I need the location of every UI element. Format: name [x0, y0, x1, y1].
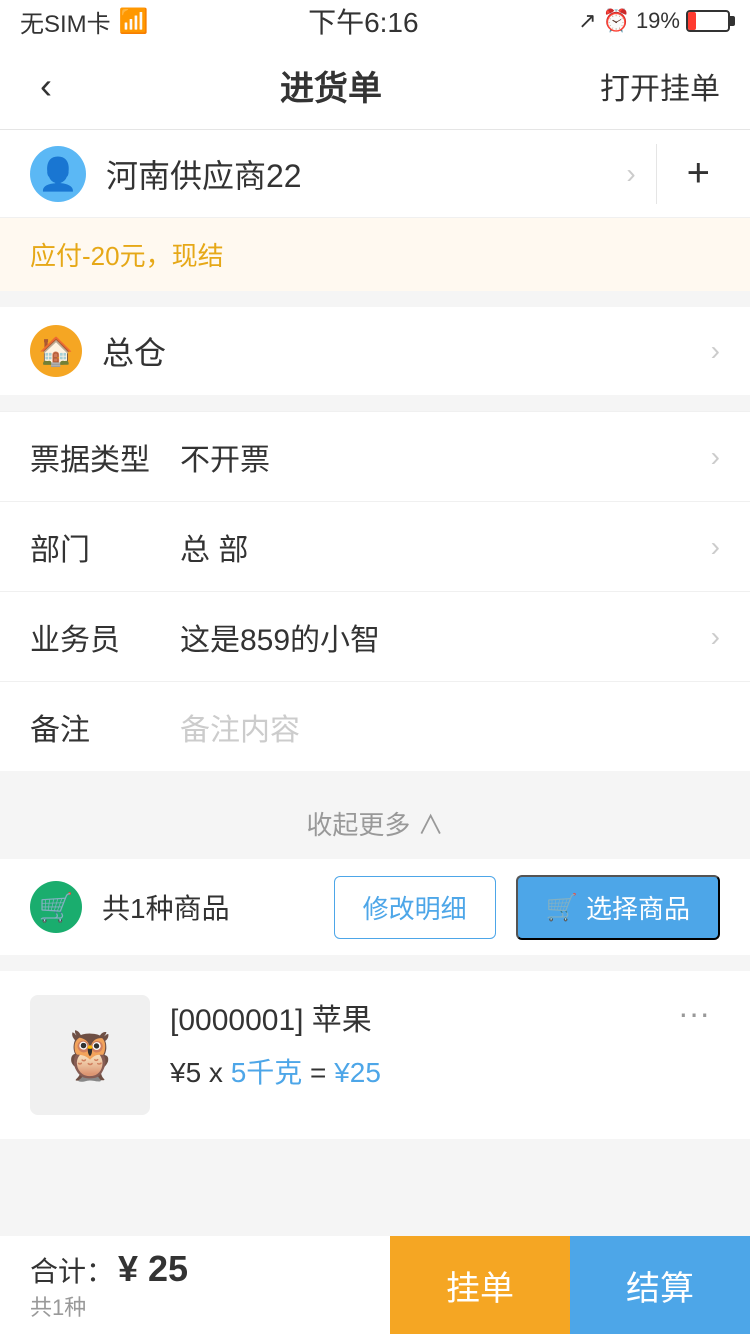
invoice-type-chevron-icon: ›: [711, 441, 720, 473]
select-product-label: 选择商品: [586, 889, 690, 926]
hang-button[interactable]: 挂单: [390, 1236, 570, 1334]
add-button[interactable]: +: [677, 141, 720, 206]
supplier-row[interactable]: 👤 河南供应商22 › +: [0, 130, 750, 218]
total-amount: ¥ 25: [118, 1248, 188, 1290]
product-header: 🛒 共1种商品 修改明细 🛒 选择商品: [0, 859, 750, 955]
invoice-type-row[interactable]: 票据类型 不开票 ›: [0, 411, 750, 501]
main-content: 👤 河南供应商22 › + 应付-20元，现结 🏠 总仓 › 票据类型 不开票 …: [0, 130, 750, 1139]
department-value: 总 部: [170, 525, 711, 569]
cart-icon: 🛒: [546, 892, 578, 923]
equals-sign: =: [302, 1057, 334, 1088]
collapse-toggle[interactable]: 收起更多 ∧: [0, 787, 750, 859]
divider: [656, 144, 657, 204]
product-count-icon: 🛒: [30, 881, 82, 933]
product-more-button[interactable]: ···: [668, 995, 720, 1032]
department-row[interactable]: 部门 总 部 ›: [0, 501, 750, 591]
product-thumbnail: 🦉: [30, 995, 150, 1115]
bottom-actions: 挂单 结算: [390, 1236, 750, 1334]
salesperson-label: 业务员: [30, 615, 170, 659]
warehouse-row[interactable]: 🏠 总仓 ›: [0, 307, 750, 395]
product-item: 🦉 [0000001] 苹果 ¥5 x 5千克 = ¥25 ···: [0, 971, 750, 1139]
select-product-button[interactable]: 🛒 选择商品: [516, 875, 720, 940]
supplier-avatar: 👤: [30, 146, 86, 202]
warehouse-label: 总仓: [102, 328, 711, 374]
wifi-icon: 📶: [119, 7, 149, 36]
location-icon: ↗: [578, 8, 596, 34]
supplier-name: 河南供应商22: [106, 151, 626, 197]
remark-input[interactable]: 备注内容: [170, 705, 720, 749]
department-chevron-icon: ›: [711, 531, 720, 563]
form-section: 票据类型 不开票 › 部门 总 部 › 业务员 这是859的小智 › 备注 备注…: [0, 411, 750, 771]
status-time: 下午6:16: [308, 1, 419, 41]
total-highlight: ¥25: [334, 1057, 381, 1088]
total-count: 共1种: [30, 1290, 360, 1322]
warehouse-section: 🏠 总仓 ›: [0, 307, 750, 395]
edit-detail-button[interactable]: 修改明细: [334, 876, 496, 939]
alarm-icon: ⏰: [603, 8, 630, 34]
department-label: 部门: [30, 525, 170, 569]
page-title: 进货单: [280, 61, 382, 110]
product-thumb-icon: 🦉: [60, 1027, 120, 1084]
house-icon: 🏠: [39, 335, 74, 368]
checkout-button[interactable]: 结算: [570, 1236, 750, 1334]
status-right: ↗ ⏰ 19%: [578, 8, 730, 34]
remark-label: 备注: [30, 705, 170, 749]
salesperson-row[interactable]: 业务员 这是859的小智 ›: [0, 591, 750, 681]
remark-row[interactable]: 备注 备注内容: [0, 681, 750, 771]
invoice-type-label: 票据类型: [30, 435, 170, 479]
quantity-highlight: 5千克: [231, 1057, 303, 1088]
status-left: 无SIM卡 📶: [20, 4, 149, 39]
supplier-chevron-icon: ›: [626, 158, 635, 190]
product-name: [0000001] 苹果: [170, 995, 648, 1039]
supplier-section: 👤 河南供应商22 › + 应付-20元，现结: [0, 130, 750, 291]
salesperson-value: 这是859的小智: [170, 615, 711, 659]
total-label: 合计：: [30, 1250, 114, 1290]
back-button[interactable]: ‹: [30, 55, 62, 117]
product-count-text: 共1种商品: [102, 887, 314, 927]
battery-icon: [686, 10, 730, 32]
invoice-type-value: 不开票: [170, 435, 711, 479]
bottom-bar: 合计： ¥ 25 共1种 挂单 结算: [0, 1236, 750, 1334]
warehouse-icon: 🏠: [30, 325, 82, 377]
avatar-icon: 👤: [38, 155, 78, 193]
status-bar: 无SIM卡 📶 下午6:16 ↗ ⏰ 19%: [0, 0, 750, 42]
supplier-notice: 应付-20元，现结: [0, 218, 750, 291]
total-section: 合计： ¥ 25 共1种: [0, 1248, 390, 1322]
nav-bar: ‹ 进货单 打开挂单: [0, 42, 750, 130]
collapse-toggle-text: 收起更多 ∧: [306, 805, 443, 842]
battery-percent: 19%: [636, 8, 680, 34]
open-pending-button[interactable]: 打开挂单: [600, 64, 720, 108]
price-formula: ¥5 x: [170, 1057, 231, 1088]
product-info: [0000001] 苹果 ¥5 x 5千克 = ¥25: [170, 995, 648, 1091]
cart-small-icon: 🛒: [39, 891, 74, 924]
carrier-text: 无SIM卡: [20, 4, 111, 39]
salesperson-chevron-icon: ›: [711, 621, 720, 653]
warehouse-chevron-icon: ›: [711, 335, 720, 367]
product-price: ¥5 x 5千克 = ¥25: [170, 1051, 648, 1091]
